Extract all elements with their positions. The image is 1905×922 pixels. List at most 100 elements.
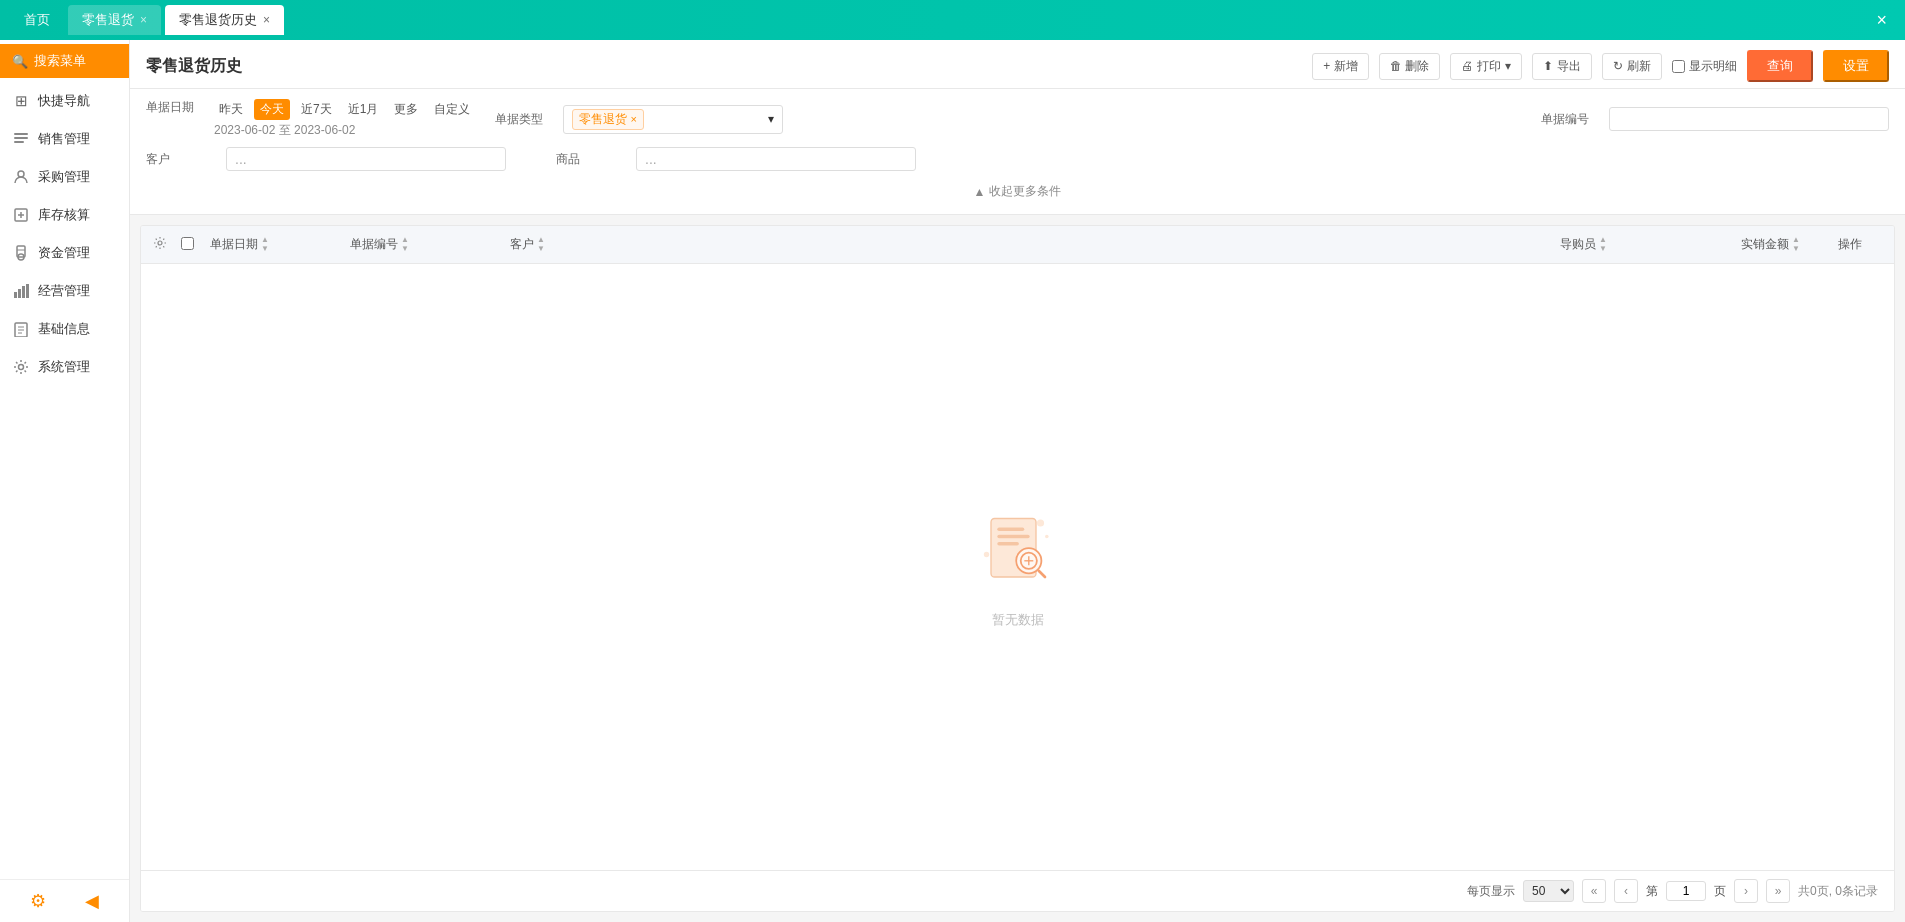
number-filter-input[interactable] [1609, 107, 1889, 131]
tab-retail-return-history-close[interactable]: × [263, 13, 270, 27]
th-date[interactable]: 单据日期 ▲▼ [200, 228, 340, 261]
base-info-icon [12, 320, 30, 338]
print-button[interactable]: 🖨 打印 ▾ [1450, 53, 1522, 80]
table-select-all-checkbox[interactable] [175, 229, 200, 261]
svg-rect-9 [22, 286, 25, 298]
sidebar-item-capital-mgmt[interactable]: 资金管理 [0, 234, 129, 272]
th-number[interactable]: 单据编号 ▲▼ [340, 228, 500, 261]
th-guide-label: 导购员 [1560, 236, 1596, 253]
show-detail-checkbox[interactable] [1672, 60, 1685, 73]
svg-rect-8 [18, 289, 21, 298]
svg-point-3 [18, 171, 24, 177]
page-label: 第 [1646, 883, 1658, 900]
table-settings-icon[interactable] [145, 228, 175, 261]
tab-retail-return[interactable]: 零售退货 × [68, 5, 161, 35]
customer-filter-input[interactable]: ... [226, 147, 506, 171]
new-button[interactable]: + 新增 [1312, 53, 1368, 80]
sys-mgmt-icon [12, 358, 30, 376]
export-button[interactable]: ⬆ 导出 [1532, 53, 1592, 80]
set-button[interactable]: 设置 [1823, 50, 1889, 82]
number-filter-label: 单据编号 [1541, 111, 1601, 128]
date-today[interactable]: 今天 [254, 99, 290, 120]
delete-button[interactable]: 🗑 删除 [1379, 53, 1440, 80]
th-amount-label: 实销金额 [1741, 236, 1789, 253]
tab-home-label: 首页 [24, 11, 50, 29]
settings-icon[interactable]: ⚙ [30, 890, 46, 912]
th-date-label: 单据日期 [210, 236, 258, 253]
type-dropdown-icon: ▾ [768, 112, 774, 126]
sidebar-item-purchase-mgmt[interactable]: 采购管理 [0, 158, 129, 196]
date-filter-label: 单据日期 [146, 99, 206, 116]
th-customer-label: 客户 [510, 236, 534, 253]
first-page-button[interactable]: « [1582, 879, 1606, 903]
sidebar-item-sales-mgmt[interactable]: 销售管理 [0, 120, 129, 158]
svg-rect-10 [26, 284, 29, 298]
print-icon: 🖨 [1461, 59, 1473, 73]
prev-page-button[interactable]: ‹ [1614, 879, 1638, 903]
page-unit-label: 页 [1714, 883, 1726, 900]
th-customer[interactable]: 客户 ▲▼ [500, 228, 1550, 261]
sidebar-item-label: 快捷导航 [38, 92, 90, 110]
svg-line-20 [1038, 571, 1044, 577]
page-size-select[interactable]: 50 10 20 100 [1523, 880, 1574, 902]
refresh-button[interactable]: ↻ 刷新 [1602, 53, 1662, 80]
search-icon: 🔍 [12, 54, 28, 69]
sidebar-item-label: 销售管理 [38, 130, 90, 148]
type-filter-tag: 零售退货 × [572, 109, 643, 130]
th-customer-sort: ▲▼ [537, 236, 545, 253]
th-amount[interactable]: 实销金额 ▲▼ [1690, 228, 1810, 261]
select-all-checkbox[interactable] [181, 237, 194, 250]
print-dropdown-icon: ▾ [1505, 59, 1511, 73]
tab-home[interactable]: 首页 [10, 5, 64, 35]
page-title: 零售退货历史 [146, 56, 242, 77]
svg-point-25 [1036, 519, 1043, 526]
collapse-icon: ▲ [974, 185, 986, 199]
date-range-display: 2023-06-02 至 2023-06-02 [214, 122, 475, 139]
sidebar-item-label: 库存核算 [38, 206, 90, 224]
quick-nav-icon: ⊞ [12, 92, 30, 110]
sidebar: 🔍 搜索菜单 ⊞ 快捷导航 销售管理 采购管理 库存核算 [0, 40, 130, 922]
query-button[interactable]: 查询 [1747, 50, 1813, 82]
page-size-label: 每页显示 [1467, 883, 1515, 900]
filter-area: 单据日期 昨天 今天 近7天 近1月 更多 自定义 2023-06-02 至 2… [130, 89, 1905, 215]
tab-retail-return-history[interactable]: 零售退货历史 × [165, 5, 284, 35]
top-nav: 首页 零售退货 × 零售退货历史 × × [0, 0, 1905, 40]
tab-retail-return-close[interactable]: × [140, 13, 147, 27]
sidebar-item-base-info[interactable]: 基础信息 [0, 310, 129, 348]
collapse-bar[interactable]: ▲ 收起更多条件 [146, 179, 1889, 204]
print-label: 打印 [1477, 58, 1501, 75]
sidebar-item-operation-mgmt[interactable]: 经营管理 [0, 272, 129, 310]
date-last7[interactable]: 近7天 [296, 99, 337, 120]
sidebar-item-label: 基础信息 [38, 320, 90, 338]
tab-retail-return-history-label: 零售退货历史 [179, 11, 257, 29]
type-tag-remove[interactable]: × [630, 113, 636, 125]
date-more[interactable]: 更多 [389, 99, 423, 120]
th-guide[interactable]: 导购员 ▲▼ [1550, 228, 1690, 261]
date-yesterday[interactable]: 昨天 [214, 99, 248, 120]
type-filter-select[interactable]: 零售退货 × ▾ [563, 105, 783, 134]
window-close-button[interactable]: × [1868, 10, 1895, 31]
customer-filter-label: 客户 [146, 151, 206, 168]
refresh-icon: ↻ [1613, 59, 1623, 73]
sidebar-item-label: 系统管理 [38, 358, 90, 376]
type-filter-group: 单据类型 零售退货 × ▾ 单据编号 [495, 105, 1889, 134]
refresh-label: 刷新 [1627, 58, 1651, 75]
page-input[interactable] [1666, 881, 1706, 901]
next-page-button[interactable]: › [1734, 879, 1758, 903]
sidebar-item-quick-nav[interactable]: ⊞ 快捷导航 [0, 82, 129, 120]
svg-rect-1 [14, 137, 28, 139]
date-custom[interactable]: 自定义 [429, 99, 475, 120]
goods-filter-input[interactable]: ... [636, 147, 916, 171]
main-layout: 🔍 搜索菜单 ⊞ 快捷导航 销售管理 采购管理 库存核算 [0, 40, 1905, 922]
collapse-icon[interactable]: ◀ [85, 890, 99, 912]
svg-rect-2 [14, 141, 24, 143]
tab-retail-return-label: 零售退货 [82, 11, 134, 29]
last-page-button[interactable]: » [1766, 879, 1790, 903]
page-total: 共0页, 0条记录 [1798, 883, 1878, 900]
date-last1m[interactable]: 近1月 [343, 99, 384, 120]
sidebar-item-inventory[interactable]: 库存核算 [0, 196, 129, 234]
sidebar-item-sys-mgmt[interactable]: 系统管理 [0, 348, 129, 386]
sidebar-item-label: 资金管理 [38, 244, 90, 262]
sidebar-search[interactable]: 🔍 搜索菜单 [0, 44, 129, 78]
date-options-area: 昨天 今天 近7天 近1月 更多 自定义 2023-06-02 至 2023-0… [214, 99, 475, 139]
